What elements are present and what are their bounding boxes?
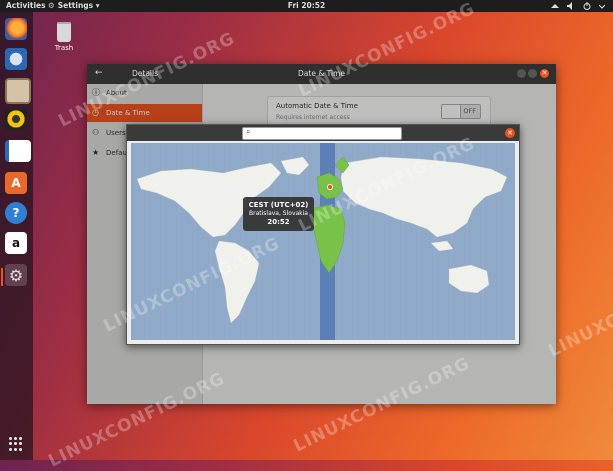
close-button[interactable]: ✕ xyxy=(540,69,549,78)
help-icon[interactable]: ? xyxy=(5,202,27,224)
network-icon xyxy=(551,4,559,8)
world-map[interactable] xyxy=(131,143,515,340)
amazon-letter: a xyxy=(11,236,21,250)
files-icon[interactable] xyxy=(5,78,31,104)
window-title: Date & Time xyxy=(298,69,345,78)
timezone-search-input[interactable] xyxy=(256,129,396,138)
amazon-icon[interactable]: a xyxy=(5,232,27,254)
timezone-search-field[interactable]: ⌕ xyxy=(242,127,402,140)
active-indicator xyxy=(1,268,3,286)
system-tray[interactable] xyxy=(551,0,605,12)
dialog-close-button[interactable]: ✕ xyxy=(505,128,515,138)
power-icon xyxy=(583,2,591,10)
rhythmbox-icon[interactable] xyxy=(5,108,27,130)
maximize-button[interactable] xyxy=(528,69,537,78)
window-titlebar[interactable]: ← Details Date & Time ✕ xyxy=(87,64,556,84)
tooltip-zone: CEST (UTC+02) xyxy=(248,201,309,209)
show-applications-button[interactable] xyxy=(9,437,23,451)
menu-arrow-icon xyxy=(599,4,605,9)
trash-desktop-icon[interactable]: Trash xyxy=(52,22,76,52)
firefox-icon[interactable] xyxy=(5,18,27,40)
timezone-dialog: ⌕ ✕ xyxy=(126,124,520,345)
dialog-header: ⌕ ✕ xyxy=(127,125,519,141)
software-center-icon[interactable]: A xyxy=(5,172,27,194)
clock[interactable]: Fri 20:52 xyxy=(0,0,613,12)
trash-label: Trash xyxy=(54,44,74,52)
minimize-button[interactable] xyxy=(517,69,526,78)
top-bar: Activities ⚙ Settings ▾ Fri 20:52 xyxy=(0,0,613,12)
dock: A ? a ⚙ xyxy=(0,12,33,460)
writer-icon[interactable] xyxy=(5,140,31,162)
trash-icon xyxy=(57,22,71,42)
location-pin-icon xyxy=(326,184,333,191)
volume-icon xyxy=(567,2,572,10)
timezone-tooltip: CEST (UTC+02) Bratislava, Slovakia 20:52 xyxy=(243,197,314,231)
search-icon: ⌕ xyxy=(246,127,251,136)
settings-icon[interactable]: ⚙ xyxy=(5,264,27,286)
tooltip-city: Bratislava, Slovakia xyxy=(249,210,308,217)
tooltip-time: 20:52 xyxy=(267,218,290,226)
thunderbird-icon[interactable] xyxy=(5,48,27,70)
